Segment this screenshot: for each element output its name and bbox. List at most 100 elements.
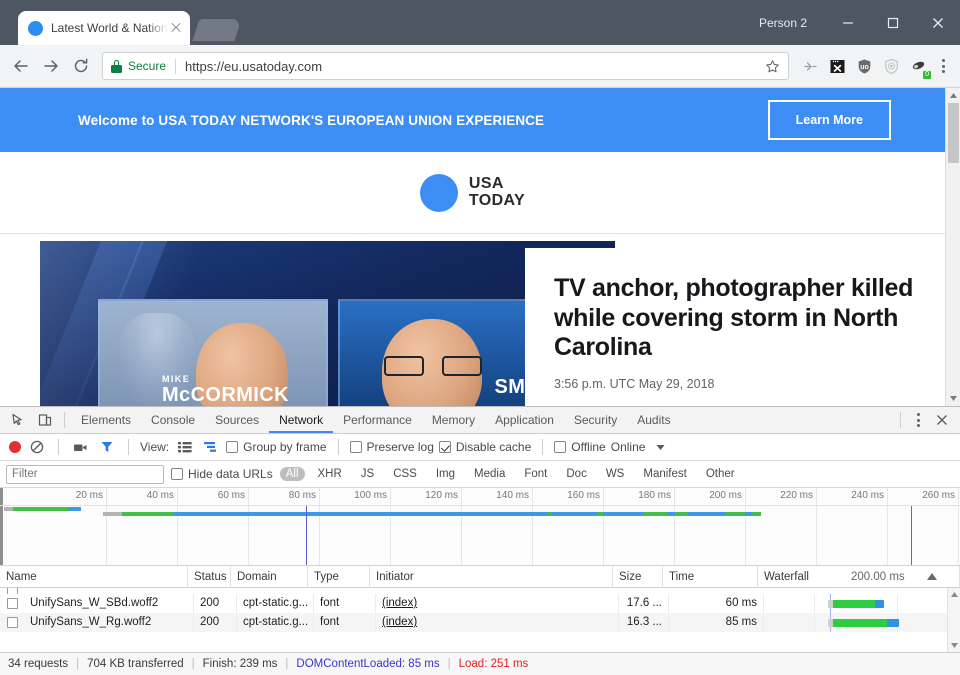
filter-type-other[interactable]: Other <box>700 467 741 481</box>
chrome-menu-icon[interactable] <box>932 59 954 73</box>
initiator-link[interactable]: (index) <box>382 616 417 628</box>
learn-more-button[interactable]: Learn More <box>767 100 891 140</box>
profile-label[interactable]: Person 2 <box>759 16 807 30</box>
offline-checkbox[interactable]: Offline <box>554 440 606 454</box>
toggle-device-toolbar-icon[interactable] <box>31 407 58 433</box>
filter-type-img[interactable]: Img <box>430 467 461 481</box>
filter-type-js[interactable]: JS <box>355 467 380 481</box>
ruler-tick: 140 ms <box>496 490 529 501</box>
filter-type-manifest[interactable]: Manifest <box>637 467 692 481</box>
filter-type-font[interactable]: Font <box>518 467 553 481</box>
back-arrow-icon[interactable] <box>6 51 36 81</box>
hero-article-card[interactable]: TV anchor, photographer killed while cov… <box>525 248 945 406</box>
offline-box[interactable] <box>554 441 567 453</box>
view-list-icon[interactable] <box>174 437 195 458</box>
filter-type-media[interactable]: Media <box>468 467 511 481</box>
tab-performance[interactable]: Performance <box>333 407 422 433</box>
tab-console[interactable]: Console <box>141 407 205 433</box>
filter-input[interactable] <box>6 464 164 484</box>
minimize-icon[interactable] <box>825 7 870 39</box>
hide-data-urls-checkbox[interactable]: Hide data URLs <box>171 467 273 481</box>
row-checkbox[interactable] <box>7 617 18 628</box>
tampermonkey-icon[interactable]: 0 <box>905 52 932 80</box>
preserve-log-box[interactable] <box>349 441 362 453</box>
throttling-value[interactable]: Online <box>611 440 646 454</box>
network-toolbar: View: Group by frame Preserve log Disabl… <box>0 434 960 461</box>
disable-cache-checkbox[interactable]: Disable cache <box>438 440 531 454</box>
clear-button[interactable] <box>26 437 47 458</box>
browser-tab[interactable]: Latest World & National <box>18 11 190 45</box>
column-header-waterfall[interactable]: Waterfall 200.00 ms <box>758 566 960 588</box>
disable-cache-box[interactable] <box>438 441 451 453</box>
maximize-icon[interactable] <box>870 7 915 39</box>
row-checkbox[interactable] <box>7 598 18 609</box>
popup-blocker-icon[interactable] <box>824 52 851 80</box>
filter-type-all[interactable]: All <box>279 467 305 481</box>
filter-funnel-icon[interactable] <box>96 437 117 458</box>
column-header-domain[interactable]: Domain <box>231 566 308 588</box>
tab-audits[interactable]: Audits <box>627 407 680 433</box>
tab-application[interactable]: Application <box>485 407 564 433</box>
overview-bars <box>0 506 960 565</box>
cell-waterfall[interactable] <box>764 594 960 613</box>
tab-network[interactable]: Network <box>269 407 333 433</box>
initiator-link[interactable]: (index) <box>382 597 417 609</box>
tab-security[interactable]: Security <box>564 407 627 433</box>
group-by-frame-checkbox[interactable]: Group by frame <box>226 440 327 454</box>
column-header-size[interactable]: Size <box>613 566 663 588</box>
scroll-down-arrow-icon[interactable] <box>946 391 960 406</box>
cell-waterfall[interactable] <box>764 613 960 632</box>
column-header-time[interactable]: Time <box>663 566 758 588</box>
devtools-close-icon[interactable] <box>929 407 955 433</box>
name-last: McCORMICK <box>162 383 289 406</box>
row-checkbox[interactable] <box>7 588 18 594</box>
devtools-panel: Elements Console Sources Network Perform… <box>0 406 960 675</box>
filter-type-css[interactable]: CSS <box>387 467 423 481</box>
tab-elements[interactable]: Elements <box>71 407 141 433</box>
table-row[interactable]: UnifySans_W_SBd.woff2 200 cpt-static.g..… <box>0 594 960 613</box>
usa-today-logo[interactable]: USA TODAY <box>419 173 525 212</box>
scroll-up-arrow-icon[interactable] <box>946 88 960 103</box>
status-divider: | <box>285 658 289 670</box>
scrollbar-thumb[interactable] <box>948 103 959 163</box>
ruler-tick: 100 ms <box>354 490 387 501</box>
close-icon[interactable] <box>915 7 960 39</box>
cast-icon[interactable] <box>797 52 824 80</box>
chevron-down-icon[interactable] <box>650 437 671 458</box>
inspect-element-icon[interactable] <box>4 407 31 433</box>
privacy-badger-icon[interactable] <box>878 52 905 80</box>
address-bar[interactable]: Secure https://eu.usatoday.com <box>102 52 789 80</box>
column-header-name[interactable]: Name <box>0 566 188 588</box>
forward-arrow-icon[interactable] <box>36 51 66 81</box>
cell-initiator[interactable]: (index) <box>376 613 619 632</box>
preserve-log-checkbox[interactable]: Preserve log <box>349 440 434 454</box>
table-scrollbar[interactable] <box>947 588 960 652</box>
record-button[interactable] <box>9 441 21 453</box>
tab-close-icon[interactable] <box>168 20 184 36</box>
table-scroll-up-icon[interactable] <box>948 588 960 601</box>
network-overview[interactable]: 20 ms 40 ms 60 ms 80 ms 100 ms 120 ms 14… <box>0 488 960 566</box>
tab-sources[interactable]: Sources <box>205 407 269 433</box>
tab-memory[interactable]: Memory <box>422 407 485 433</box>
page-scrollbar[interactable] <box>945 88 960 406</box>
reload-icon[interactable] <box>66 51 96 81</box>
cell-initiator[interactable]: (index) <box>376 594 619 613</box>
filter-type-xhr[interactable]: XHR <box>312 467 348 481</box>
table-row[interactable]: UnifySans_W_Rg.woff2 200 cpt-static.g...… <box>0 613 960 632</box>
banner-text: Welcome to USA TODAY NETWORK'S EUROPEAN … <box>78 112 545 128</box>
sort-ascending-icon[interactable] <box>927 566 937 588</box>
filter-type-ws[interactable]: WS <box>600 467 631 481</box>
devtools-more-icon[interactable] <box>907 413 929 427</box>
hide-data-urls-box[interactable] <box>171 468 183 480</box>
table-scroll-down-icon[interactable] <box>948 639 960 652</box>
column-header-status[interactable]: Status <box>188 566 231 588</box>
filter-type-doc[interactable]: Doc <box>560 467 592 481</box>
column-header-type[interactable]: Type <box>308 566 370 588</box>
group-by-frame-box[interactable] <box>226 441 239 453</box>
ublock-origin-icon[interactable]: uo <box>851 52 878 80</box>
new-tab-button[interactable] <box>192 19 242 41</box>
camera-icon[interactable] <box>70 437 91 458</box>
star-icon[interactable] <box>765 59 780 74</box>
view-waterfall-icon[interactable] <box>200 437 221 458</box>
column-header-initiator[interactable]: Initiator <box>370 566 613 588</box>
